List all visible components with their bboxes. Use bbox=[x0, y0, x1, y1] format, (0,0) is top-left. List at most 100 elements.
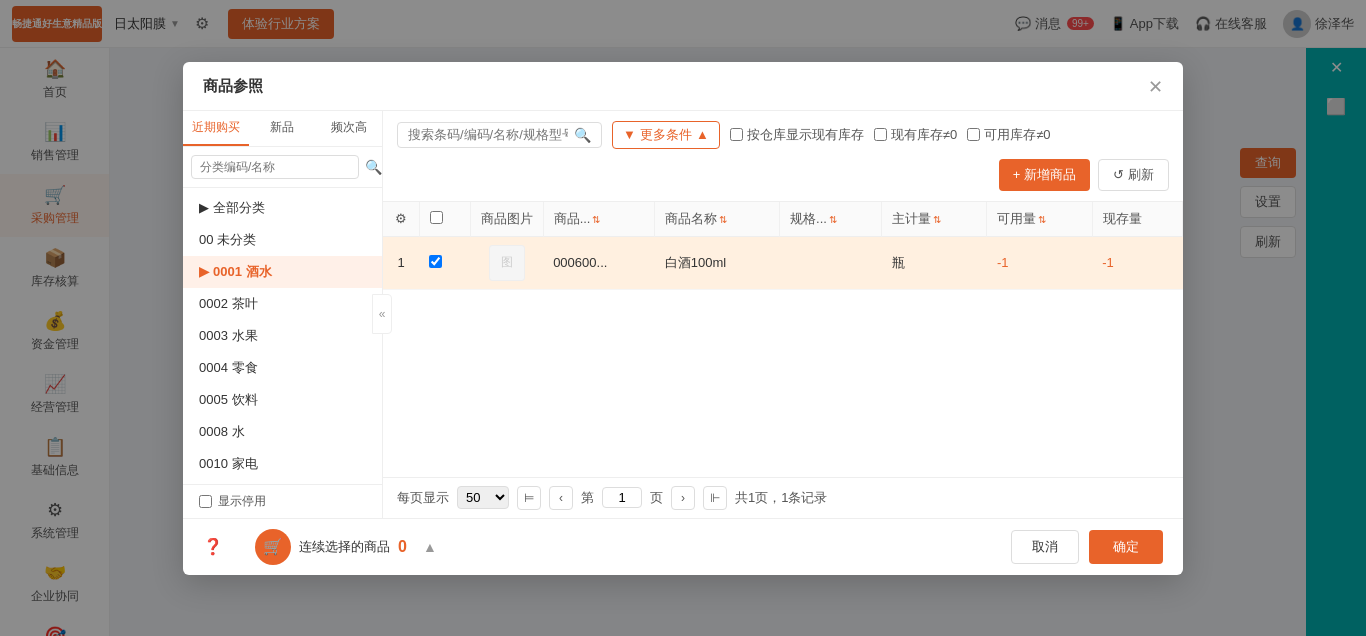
modal-footer: ❓ 🛒 连续选择的商品 0 ▲ 取消 确定 bbox=[183, 518, 1183, 575]
row-checkbox[interactable] bbox=[429, 255, 442, 268]
category-label: 0003 水果 bbox=[199, 327, 258, 345]
th-name[interactable]: 商品名称⇅ bbox=[655, 202, 780, 237]
page-label: 第 bbox=[581, 489, 594, 507]
page-next-button[interactable]: › bbox=[671, 486, 695, 510]
category-item-liquor[interactable]: ▶ 0001 酒水 bbox=[183, 256, 382, 288]
product-search-icon[interactable]: 🔍 bbox=[574, 127, 591, 143]
category-item-fruit[interactable]: 0003 水果 bbox=[183, 320, 382, 352]
select-all-checkbox[interactable] bbox=[430, 211, 443, 224]
content-panel: 🔍 ▼ 更多条件 ▲ 按仓库显示现有库存 现有库存≠0 bbox=[383, 111, 1183, 518]
product-table-container: ⚙ 商品图片 商品...⇅ 商品名称⇅ bbox=[383, 202, 1183, 477]
modal-close-button[interactable]: ✕ bbox=[1148, 76, 1163, 98]
page-size-select[interactable]: 50 20 100 bbox=[457, 486, 509, 509]
content-toolbar: 🔍 ▼ 更多条件 ▲ 按仓库显示现有库存 现有库存≠0 bbox=[383, 111, 1183, 202]
category-item-all[interactable]: ▶ 全部分类 bbox=[183, 192, 382, 224]
category-label: 00 未分类 bbox=[199, 231, 256, 249]
show-disabled-area: 显示停用 bbox=[183, 484, 382, 518]
product-reference-modal: 商品参照 ✕ 近期购买 新品 频次高 « 🔍 bbox=[183, 62, 1183, 575]
category-search-input[interactable] bbox=[191, 155, 359, 179]
checkbox-current-stock[interactable]: 现有库存≠0 bbox=[874, 126, 957, 144]
th-spec[interactable]: 规格...⇅ bbox=[780, 202, 882, 237]
category-label: 0010 家电 bbox=[199, 455, 258, 473]
show-disabled-label: 显示停用 bbox=[218, 493, 266, 510]
category-search-area: 🔍 bbox=[183, 147, 382, 188]
th-settings[interactable]: ⚙ bbox=[383, 202, 419, 237]
category-item-tea[interactable]: 0002 茶叶 bbox=[183, 288, 382, 320]
confirm-button[interactable]: 确定 bbox=[1089, 530, 1163, 564]
tab-new-products[interactable]: 新品 bbox=[249, 111, 315, 146]
category-item-beverage[interactable]: 0005 饮料 bbox=[183, 384, 382, 416]
row-spec bbox=[780, 236, 882, 289]
footer-buttons: 取消 确定 bbox=[1011, 530, 1163, 564]
th-image: 商品图片 bbox=[470, 202, 543, 237]
tab-recent-purchase[interactable]: 近期购买 bbox=[183, 111, 249, 146]
category-item-uncategorized[interactable]: 00 未分类 bbox=[183, 224, 382, 256]
total-info: 共1页，1条记录 bbox=[735, 489, 827, 507]
show-disabled-checkbox[interactable] bbox=[199, 495, 212, 508]
product-search-input[interactable] bbox=[408, 127, 568, 142]
modal-title: 商品参照 bbox=[203, 77, 263, 96]
category-label: 0005 饮料 bbox=[199, 391, 258, 409]
modal-header: 商品参照 ✕ bbox=[183, 62, 1183, 111]
cart-text: 连续选择的商品 bbox=[299, 538, 390, 556]
th-checkbox bbox=[419, 202, 470, 237]
cart-icon: 🛒 bbox=[263, 537, 283, 556]
row-name: 白酒100ml bbox=[655, 236, 780, 289]
page-suffix: 页 bbox=[650, 489, 663, 507]
checkbox-warehouse-stock[interactable]: 按仓库显示现有库存 bbox=[730, 126, 864, 144]
checkbox-available-stock[interactable]: 可用库存≠0 bbox=[967, 126, 1050, 144]
table-row[interactable]: 1 图 000600... 白酒100ml 瓶 -1 -1 bbox=[383, 236, 1183, 289]
pagination-bar: 每页显示 50 20 100 ⊨ ‹ 第 页 › ⊩ 共1页，1条记录 bbox=[383, 477, 1183, 518]
row-image-cell: 图 bbox=[470, 236, 543, 289]
collapse-category-button[interactable]: « bbox=[372, 294, 392, 334]
page-prev-button[interactable]: ‹ bbox=[549, 486, 573, 510]
category-item-snack[interactable]: 0004 零食 bbox=[183, 352, 382, 384]
table-header-row: ⚙ 商品图片 商品...⇅ 商品名称⇅ bbox=[383, 202, 1183, 237]
th-stock: 现存量 bbox=[1092, 202, 1182, 237]
cart-button[interactable]: 🛒 bbox=[255, 529, 291, 565]
cart-area: 🛒 连续选择的商品 0 ▲ bbox=[255, 529, 437, 565]
warehouse-stock-checkbox[interactable] bbox=[730, 128, 743, 141]
category-list: ▶ 全部分类 00 未分类 ▶ 0001 酒水 0002 茶叶 0003 水果 bbox=[183, 188, 382, 484]
category-panel: 近期购买 新品 频次高 « 🔍 ▶ 全部分类 bbox=[183, 111, 383, 518]
row-stock: -1 bbox=[1092, 236, 1182, 289]
th-available[interactable]: 可用量⇅ bbox=[987, 202, 1092, 237]
th-unit[interactable]: 主计量⇅ bbox=[882, 202, 987, 237]
page-size-label: 每页显示 bbox=[397, 489, 449, 507]
arrow-icon: ▶ bbox=[199, 200, 209, 215]
category-search-icon[interactable]: 🔍 bbox=[365, 159, 382, 175]
refresh-label: 刷新 bbox=[1128, 166, 1154, 184]
help-icon[interactable]: ❓ bbox=[203, 537, 223, 556]
row-unit: 瓶 bbox=[882, 236, 987, 289]
refresh-icon: ↺ bbox=[1113, 167, 1124, 182]
page-first-button[interactable]: ⊨ bbox=[517, 486, 541, 510]
checkbox2-label: 现有库存≠0 bbox=[891, 126, 957, 144]
refresh-button[interactable]: ↺ 刷新 bbox=[1098, 159, 1169, 191]
collapse-cart-icon[interactable]: ▲ bbox=[423, 539, 437, 555]
cart-count: 0 bbox=[398, 538, 407, 556]
product-image: 图 bbox=[489, 245, 525, 281]
page-last-button[interactable]: ⊩ bbox=[703, 486, 727, 510]
category-label: 0004 零食 bbox=[199, 359, 258, 377]
modal-body: 近期购买 新品 频次高 « 🔍 ▶ 全部分类 bbox=[183, 111, 1183, 518]
page-number-input[interactable] bbox=[602, 487, 642, 508]
category-label: 0008 水 bbox=[199, 423, 245, 441]
category-item-appliance[interactable]: 0010 家电 bbox=[183, 448, 382, 480]
category-item-water[interactable]: 0008 水 bbox=[183, 416, 382, 448]
row-index: 1 bbox=[383, 236, 419, 289]
category-label: 全部分类 bbox=[213, 199, 265, 217]
category-tabs: 近期购买 新品 频次高 bbox=[183, 111, 382, 147]
arrow-icon: ▶ bbox=[199, 264, 209, 279]
th-code[interactable]: 商品...⇅ bbox=[543, 202, 655, 237]
cancel-button[interactable]: 取消 bbox=[1011, 530, 1079, 564]
row-checkbox-cell bbox=[419, 236, 470, 289]
add-product-button[interactable]: + 新增商品 bbox=[999, 159, 1090, 191]
filter-icon: ▼ bbox=[623, 127, 636, 142]
current-stock-checkbox[interactable] bbox=[874, 128, 887, 141]
more-filter-button[interactable]: ▼ 更多条件 ▲ bbox=[612, 121, 720, 149]
product-search-box: 🔍 bbox=[397, 122, 602, 148]
category-label: 0001 酒水 bbox=[213, 263, 272, 281]
tab-frequency-high[interactable]: 频次高 bbox=[316, 111, 382, 146]
filter-arrow-icon: ▲ bbox=[696, 127, 709, 142]
available-stock-checkbox[interactable] bbox=[967, 128, 980, 141]
